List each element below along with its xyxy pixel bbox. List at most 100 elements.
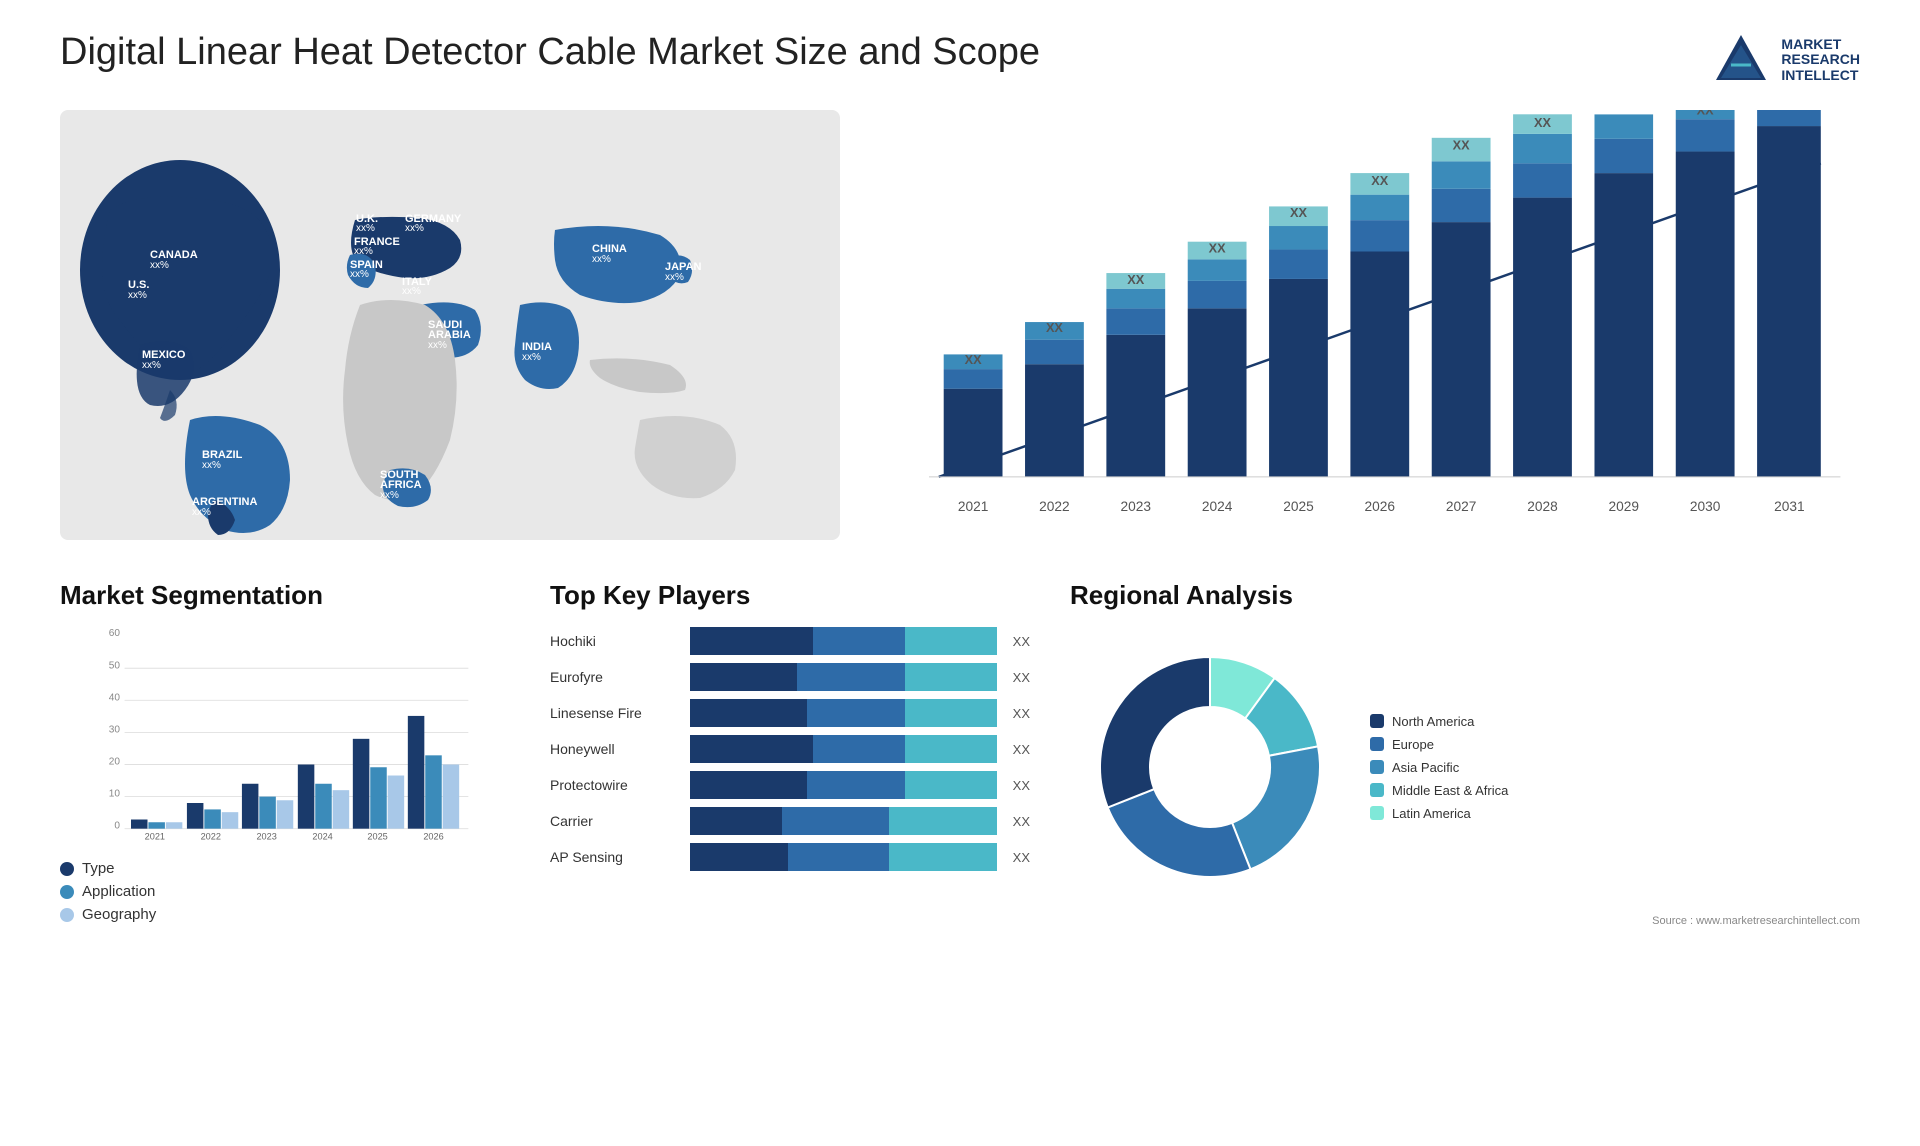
donut-segment (1100, 657, 1210, 807)
player-bar (690, 663, 997, 691)
player-value-label: XX (1013, 778, 1030, 793)
regional-content: North America Europe Asia Pacific Middle Ea… (1070, 627, 1860, 907)
regional-legend-label: Middle East & Africa (1392, 783, 1508, 798)
bar-segment (690, 627, 813, 655)
legend-label-type: Type (82, 860, 115, 877)
player-bar-container (690, 843, 997, 871)
svg-text:40: 40 (109, 692, 121, 703)
svg-text:2028: 2028 (1527, 499, 1558, 514)
player-row: EurofyreXX (550, 663, 1030, 691)
bar-segment (905, 735, 997, 763)
player-value-label: XX (1013, 670, 1030, 685)
regional-legend-item: Asia Pacific (1370, 760, 1508, 775)
svg-text:2023: 2023 (1121, 499, 1152, 514)
svg-text:2025: 2025 (367, 832, 387, 842)
player-row: AP SensingXX (550, 843, 1030, 871)
player-bar-container (690, 627, 997, 655)
svg-text:XX: XX (1209, 240, 1226, 255)
svg-text:2022: 2022 (1039, 499, 1070, 514)
bar-segment (690, 843, 788, 871)
regional-legend-item: North America (1370, 714, 1508, 729)
growth-chart-container: XX 2021 XX 2022 XX (880, 110, 1860, 540)
svg-text:xx%: xx% (402, 286, 421, 297)
legend-type: Type (60, 860, 510, 877)
regional-legend-dot (1370, 714, 1384, 728)
svg-text:xx%: xx% (380, 490, 399, 501)
player-bar-container (690, 807, 997, 835)
player-bar-container (690, 735, 997, 763)
player-name: Hochiki (550, 633, 680, 649)
svg-text:2022: 2022 (201, 832, 221, 842)
world-map-svg: CANADA xx% U.S. xx% MEXICO xx% BRAZIL xx… (60, 110, 840, 540)
regional-legend-label: Asia Pacific (1392, 760, 1459, 775)
bar-segment (889, 807, 996, 835)
regional-title: Regional Analysis (1070, 580, 1860, 611)
svg-text:XX: XX (1127, 272, 1144, 287)
svg-text:xx%: xx% (354, 246, 373, 257)
svg-text:0: 0 (114, 821, 120, 832)
source-text: Source : www.marketresearchintellect.com (1070, 915, 1860, 927)
regional-legend: North America Europe Asia Pacific Middle Ea… (1370, 714, 1508, 821)
svg-text:2024: 2024 (312, 832, 332, 842)
svg-text:xx%: xx% (142, 360, 161, 371)
svg-text:xx%: xx% (128, 290, 147, 301)
regional-donut-chart (1070, 627, 1350, 907)
bar-segment (905, 771, 997, 799)
player-bar-container (690, 771, 997, 799)
svg-text:XX: XX (1697, 110, 1714, 117)
header: Digital Linear Heat Detector Cable Marke… (60, 30, 1860, 90)
legend-dot-application (60, 885, 74, 899)
legend-label-application: Application (82, 883, 155, 900)
svg-text:XX: XX (1453, 138, 1470, 153)
svg-text:xx%: xx% (665, 272, 684, 283)
svg-text:2027: 2027 (1446, 499, 1477, 514)
player-row: Hochiki XX (550, 627, 1030, 655)
bar-segment (690, 771, 807, 799)
legend-application: Application (60, 883, 510, 900)
svg-text:2021: 2021 (145, 832, 165, 842)
player-value-label: XX (1013, 634, 1030, 649)
regional-legend-item: Middle East & Africa (1370, 783, 1508, 798)
map-container: CANADA xx% U.S. xx% MEXICO xx% BRAZIL xx… (60, 110, 840, 540)
regional-legend-label: North America (1392, 714, 1474, 729)
player-name: Carrier (550, 813, 680, 829)
player-value-label: XX (1013, 814, 1030, 829)
player-row: Linesense FireXX (550, 699, 1030, 727)
svg-text:xx%: xx% (150, 260, 169, 271)
logo-area: MARKET RESEARCH INTELLECT (1711, 30, 1860, 90)
regional-legend-item: Latin America (1370, 806, 1508, 821)
svg-text:2029: 2029 (1609, 499, 1640, 514)
logo-icon (1711, 30, 1771, 90)
growth-bar-chart: XX 2021 XX 2022 XX (880, 110, 1860, 540)
legend-geography: Geography (60, 906, 510, 923)
donut-segment (1232, 746, 1320, 869)
svg-text:xx%: xx% (428, 340, 447, 351)
logo-text: MARKET RESEARCH INTELLECT (1781, 37, 1860, 83)
bar-segment (905, 699, 997, 727)
svg-text:2030: 2030 (1690, 499, 1721, 514)
svg-text:xx%: xx% (522, 352, 541, 363)
regional-legend-label: Europe (1392, 737, 1434, 752)
bottom-section: Market Segmentation 0 10 20 30 40 50 60 (60, 580, 1860, 960)
svg-text:xx%: xx% (405, 223, 424, 234)
player-name: Honeywell (550, 741, 680, 757)
regional-legend-label: Latin America (1392, 806, 1471, 821)
player-bar-container (690, 699, 997, 727)
seg-legend: Type Application Geography (60, 860, 510, 923)
bar-segment (905, 663, 997, 691)
top-section: CANADA xx% U.S. xx% MEXICO xx% BRAZIL xx… (60, 110, 1860, 540)
svg-text:XX: XX (965, 352, 982, 367)
legend-dot-type (60, 862, 74, 876)
svg-text:10: 10 (109, 789, 121, 800)
svg-text:xx%: xx% (202, 460, 221, 471)
segmentation-title: Market Segmentation (60, 580, 510, 611)
bar-segment (807, 771, 905, 799)
regional-legend-dot (1370, 737, 1384, 751)
svg-text:2025: 2025 (1283, 499, 1314, 514)
svg-text:2026: 2026 (423, 832, 443, 842)
svg-text:2026: 2026 (1365, 499, 1396, 514)
svg-text:2024: 2024 (1202, 499, 1233, 514)
legend-label-geography: Geography (82, 906, 156, 923)
bar-segment (813, 627, 905, 655)
legend-dot-geography (60, 908, 74, 922)
